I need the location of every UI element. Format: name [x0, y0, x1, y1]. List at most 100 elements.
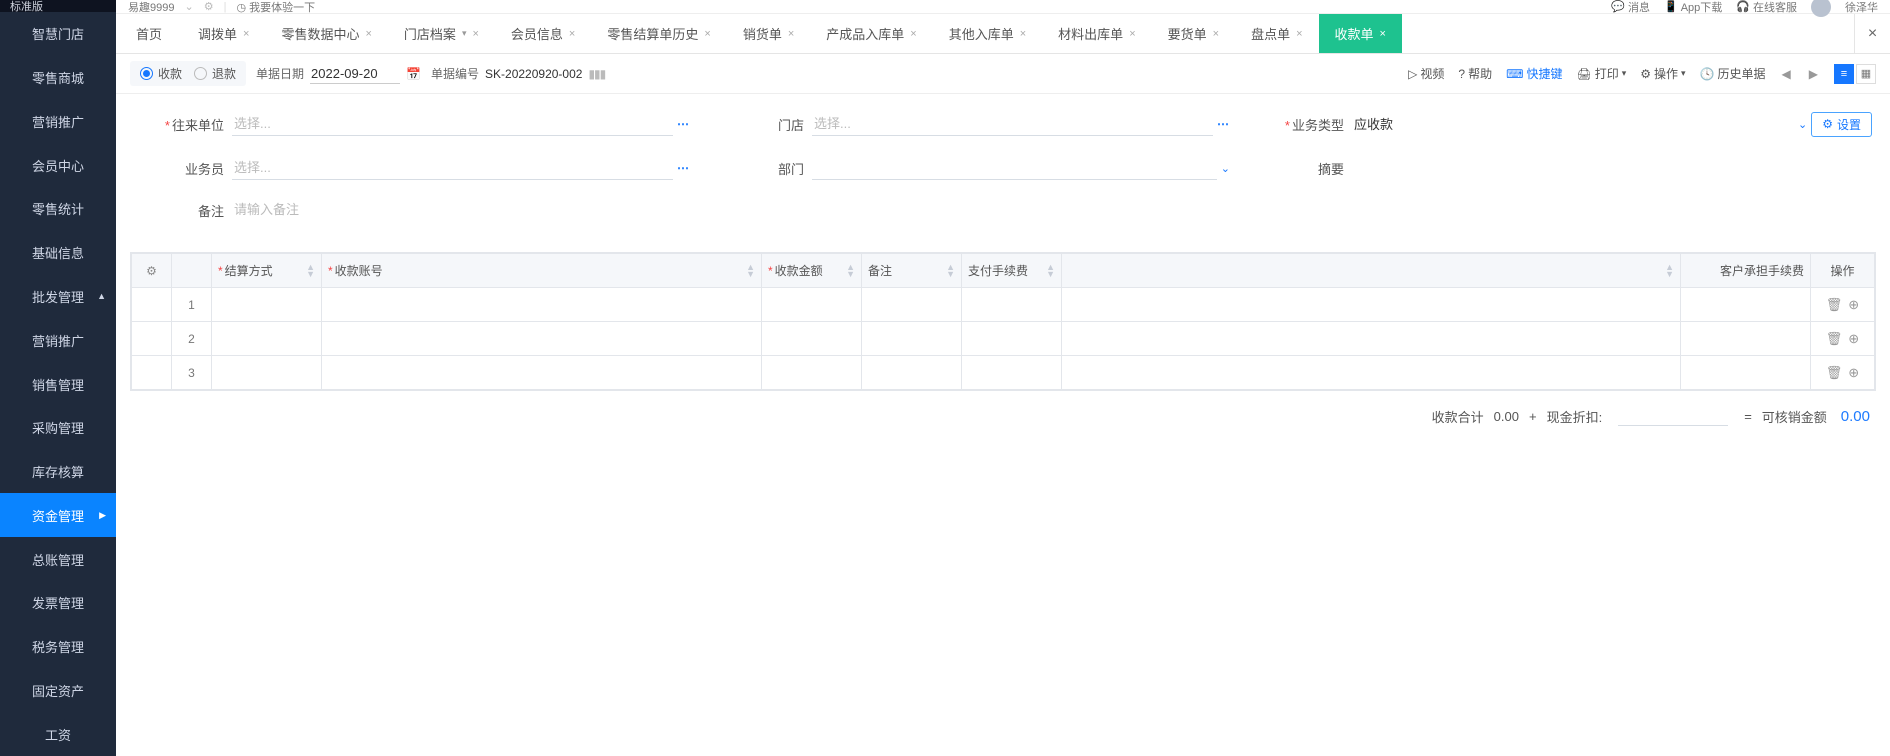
help-button[interactable]: ? 帮助	[1458, 65, 1492, 82]
sidebar-item-stock[interactable]: 库存核算	[0, 450, 116, 494]
tab-other-in[interactable]: 其他入库单×	[933, 14, 1042, 53]
summary-input[interactable]	[1352, 156, 1872, 180]
sidebar-section-wholesale[interactable]: 批发管理 ▲	[0, 275, 116, 319]
delete-row-icon[interactable]: 🗑	[1823, 365, 1846, 380]
sidebar-item-retailmall[interactable]: 零售商城	[0, 56, 116, 100]
sort-icon[interactable]: ▲▼	[306, 264, 315, 278]
prev-doc-button[interactable]: ◀	[1780, 67, 1793, 81]
col-remark[interactable]: ▲▼备注	[862, 254, 962, 288]
remark-input[interactable]	[232, 198, 1872, 222]
sidebar-item-baseinfo[interactable]: 基础信息	[0, 231, 116, 275]
online-service-link[interactable]: 🎧 在线客服	[1736, 0, 1797, 15]
tab-receipt[interactable]: 收款单×	[1319, 14, 1402, 53]
col-account[interactable]: ▲▼*收款账号	[322, 254, 762, 288]
sidebar-item-marketing[interactable]: 营销推广	[0, 100, 116, 144]
tab-retail-settle-history[interactable]: 零售结算单历史×	[591, 14, 726, 53]
view-list-icon[interactable]: ≡	[1834, 64, 1854, 84]
tab-inventory[interactable]: 盘点单×	[1235, 14, 1318, 53]
delete-row-icon[interactable]: 🗑	[1823, 297, 1846, 312]
table-row[interactable]: 2 🗑⊕	[132, 322, 1875, 356]
sidebar-item-salary[interactable]: 工资	[0, 712, 116, 756]
discount-input[interactable]	[1618, 408, 1728, 426]
sidebar-item-wholesale-marketing[interactable]: 营销推广	[0, 318, 116, 362]
shortcut-button[interactable]: ⌨ 快捷键	[1506, 65, 1562, 82]
sidebar-item-wholesale-sales[interactable]: 销售管理	[0, 362, 116, 406]
close-icon[interactable]: ×	[365, 28, 371, 40]
tab-sales-order[interactable]: 销货单×	[727, 14, 810, 53]
close-icon[interactable]: ×	[1129, 28, 1135, 40]
table-row[interactable]: 3 🗑⊕	[132, 356, 1875, 390]
sidebar-item-asset[interactable]: 固定资产	[0, 668, 116, 712]
close-icon[interactable]: ×	[472, 28, 478, 40]
print-button[interactable]: 🖨 打印 ▾	[1576, 65, 1626, 82]
table-settings-header[interactable]: ⚙	[132, 254, 172, 288]
col-cust-fee[interactable]: 客户承担手续费	[1681, 254, 1811, 288]
lookup-icon[interactable]: ⋯	[673, 117, 694, 131]
calendar-icon[interactable]: 📅	[406, 67, 421, 81]
sidebar-item-fund[interactable]: 资金管理 ▶	[0, 493, 116, 537]
tab-member-info[interactable]: 会员信息×	[495, 14, 591, 53]
sidebar-item-invoice[interactable]: 发票管理	[0, 581, 116, 625]
chevron-down-icon[interactable]: ⌄	[184, 0, 193, 13]
add-row-icon[interactable]: ⊕	[1845, 365, 1862, 380]
salesman-input[interactable]	[232, 156, 673, 180]
sidebar-item-tax[interactable]: 税务管理	[0, 625, 116, 669]
store-input[interactable]	[812, 112, 1213, 136]
chevron-down-icon[interactable]: ⌄	[1794, 118, 1811, 131]
tabs-close-all[interactable]: ×	[1854, 14, 1890, 53]
tab-store-archive[interactable]: 门店档案▾×	[388, 14, 495, 53]
settings-button[interactable]: ⚙设置	[1811, 112, 1872, 137]
chevron-down-icon[interactable]: ▾	[462, 28, 467, 39]
close-icon[interactable]: ×	[1296, 28, 1302, 40]
close-icon[interactable]: ×	[1380, 28, 1386, 40]
sort-icon[interactable]: ▲▼	[946, 264, 955, 278]
sidebar-item-purchase[interactable]: 采购管理	[0, 406, 116, 450]
chevron-down-icon[interactable]: ⌄	[1217, 162, 1234, 175]
sidebar-item-ledger[interactable]: 总账管理	[0, 537, 116, 581]
app-download-link[interactable]: 📱 App下载	[1664, 0, 1722, 15]
next-doc-button[interactable]: ▶	[1807, 67, 1820, 81]
table-row[interactable]: 1 🗑⊕	[132, 288, 1875, 322]
history-button[interactable]: 🕓 历史单据	[1700, 65, 1766, 82]
tab-finished-in[interactable]: 产成品入库单×	[810, 14, 932, 53]
radio-receive[interactable]: 收款	[140, 65, 182, 82]
sort-icon[interactable]: ▲▼	[846, 264, 855, 278]
tab-request[interactable]: 要货单×	[1152, 14, 1235, 53]
tab-home[interactable]: 首页	[116, 14, 182, 53]
sort-icon[interactable]: ▲▼	[1665, 264, 1674, 278]
sidebar-item-retailstat[interactable]: 零售统计	[0, 187, 116, 231]
message-link[interactable]: 💬 消息	[1611, 0, 1650, 15]
close-icon[interactable]: ×	[910, 28, 916, 40]
doc-date-input[interactable]	[310, 64, 400, 84]
sort-icon[interactable]: ▲▼	[1046, 264, 1055, 278]
settings-icon[interactable]: ⚙	[204, 0, 214, 13]
col-settle-method[interactable]: ▲▼*结算方式	[212, 254, 322, 288]
partner-input[interactable]	[232, 112, 673, 136]
biztype-value[interactable]: 应收款	[1352, 110, 1794, 138]
close-icon[interactable]: ×	[243, 28, 249, 40]
radio-refund[interactable]: 退款	[194, 65, 236, 82]
video-button[interactable]: ▷ 视频	[1408, 65, 1444, 82]
lookup-icon[interactable]: ⋯	[673, 161, 694, 175]
add-row-icon[interactable]: ⊕	[1845, 297, 1862, 312]
sidebar-item-smartstore[interactable]: 智慧门店	[0, 12, 116, 56]
tab-material-out[interactable]: 材料出库单×	[1042, 14, 1151, 53]
experience-link[interactable]: ◷ 我要体验一下	[236, 0, 315, 15]
close-icon[interactable]: ×	[1020, 28, 1026, 40]
close-icon[interactable]: ×	[569, 28, 575, 40]
operate-button[interactable]: ⚙ 操作 ▾	[1640, 65, 1685, 82]
col-pay-fee[interactable]: ▲▼支付手续费	[962, 254, 1062, 288]
delete-row-icon[interactable]: 🗑	[1823, 331, 1846, 346]
tab-retail-data[interactable]: 零售数据中心×	[265, 14, 387, 53]
sidebar-item-member[interactable]: 会员中心	[0, 143, 116, 187]
view-grid-icon[interactable]: ▦	[1856, 64, 1876, 84]
col-amount[interactable]: ▲▼*收款金额	[762, 254, 862, 288]
add-row-icon[interactable]: ⊕	[1845, 331, 1862, 346]
dept-input[interactable]	[812, 156, 1217, 180]
lookup-icon[interactable]: ⋯	[1213, 117, 1234, 131]
close-icon[interactable]: ×	[788, 28, 794, 40]
close-icon[interactable]: ×	[1213, 28, 1219, 40]
sort-icon[interactable]: ▲▼	[746, 264, 755, 278]
close-icon[interactable]: ×	[704, 28, 710, 40]
tab-transfer[interactable]: 调拨单×	[182, 14, 265, 53]
